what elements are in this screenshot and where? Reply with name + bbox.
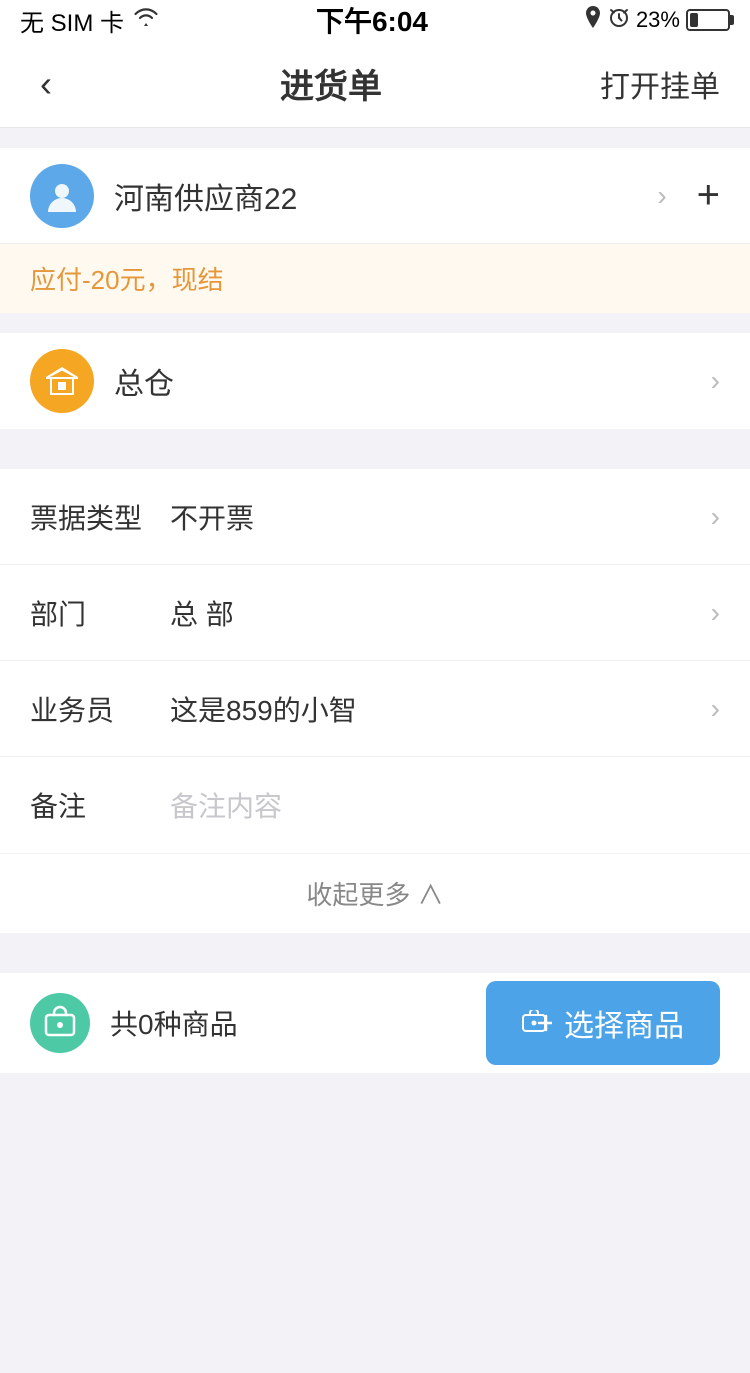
supplier-actions: › + <box>657 173 720 218</box>
warehouse-row[interactable]: 总仓 › <box>0 333 750 429</box>
open-pending-button[interactable]: 打开挂单 <box>600 62 720 106</box>
dept-row[interactable]: 部门 总 部 › <box>0 565 750 661</box>
divider-footer <box>0 933 750 953</box>
battery-percentage: 23% <box>636 7 680 33</box>
dept-value: 总 部 <box>170 593 711 633</box>
form-section: 票据类型 不开票 › 部门 总 部 › 业务员 这是859的小智 › 备注 备注… <box>0 469 750 853</box>
product-count: 共0种商品 <box>110 1003 486 1043</box>
dept-label: 部门 <box>30 593 170 633</box>
collapse-label: 收起更多 ∧ <box>306 875 443 912</box>
battery-icon <box>686 9 730 31</box>
warehouse-name: 总仓 <box>114 359 711 403</box>
status-left: 无 SIM 卡 <box>20 3 160 38</box>
divider-form <box>0 429 750 449</box>
invoice-value: 不开票 <box>170 497 711 537</box>
remark-label: 备注 <box>30 785 170 825</box>
status-bar: 无 SIM 卡 下午6:04 23% <box>0 0 750 40</box>
add-supplier-button[interactable]: + <box>697 173 720 218</box>
status-time: 下午6:04 <box>316 0 428 40</box>
nav-bar: ‹ 进货单 打开挂单 <box>0 40 750 128</box>
bottom-fill <box>0 1073 750 1373</box>
supplier-name: 河南供应商22 <box>114 174 657 218</box>
warehouse-chevron-icon: › <box>711 365 720 397</box>
sales-value: 这是859的小智 <box>170 689 711 729</box>
invoice-chevron-icon: › <box>711 501 720 533</box>
location-icon <box>584 6 602 34</box>
supplier-section: 河南供应商22 › + 应付-20元，现结 <box>0 148 750 313</box>
wifi-icon <box>132 6 160 34</box>
carrier-label: 无 SIM 卡 <box>20 3 124 38</box>
footer-bar: 共0种商品 选择商品 <box>0 973 750 1073</box>
notice-text: 应付-20元，现结 <box>30 265 224 295</box>
invoice-label: 票据类型 <box>30 497 170 537</box>
remark-row[interactable]: 备注 备注内容 <box>0 757 750 853</box>
warehouse-icon <box>30 349 94 413</box>
alarm-icon <box>608 6 630 34</box>
collapse-row[interactable]: 收起更多 ∧ <box>0 853 750 933</box>
sales-row[interactable]: 业务员 这是859的小智 › <box>0 661 750 757</box>
back-button[interactable]: ‹ <box>30 53 62 115</box>
select-product-label: 选择商品 <box>564 1001 684 1045</box>
remark-input[interactable]: 备注内容 <box>170 785 720 825</box>
page-title: 进货单 <box>280 59 382 108</box>
select-product-button[interactable]: 选择商品 <box>486 981 720 1065</box>
status-right: 23% <box>584 6 730 34</box>
product-icon <box>30 993 90 1053</box>
divider-warehouse <box>0 313 750 333</box>
supplier-row[interactable]: 河南供应商22 › + <box>0 148 750 244</box>
divider-top <box>0 128 750 148</box>
notice-row: 应付-20元，现结 <box>0 244 750 313</box>
supplier-avatar <box>30 164 94 228</box>
dept-chevron-icon: › <box>711 597 720 629</box>
supplier-chevron-icon: › <box>657 180 666 212</box>
sales-label: 业务员 <box>30 689 170 729</box>
invoice-row[interactable]: 票据类型 不开票 › <box>0 469 750 565</box>
sales-chevron-icon: › <box>711 693 720 725</box>
